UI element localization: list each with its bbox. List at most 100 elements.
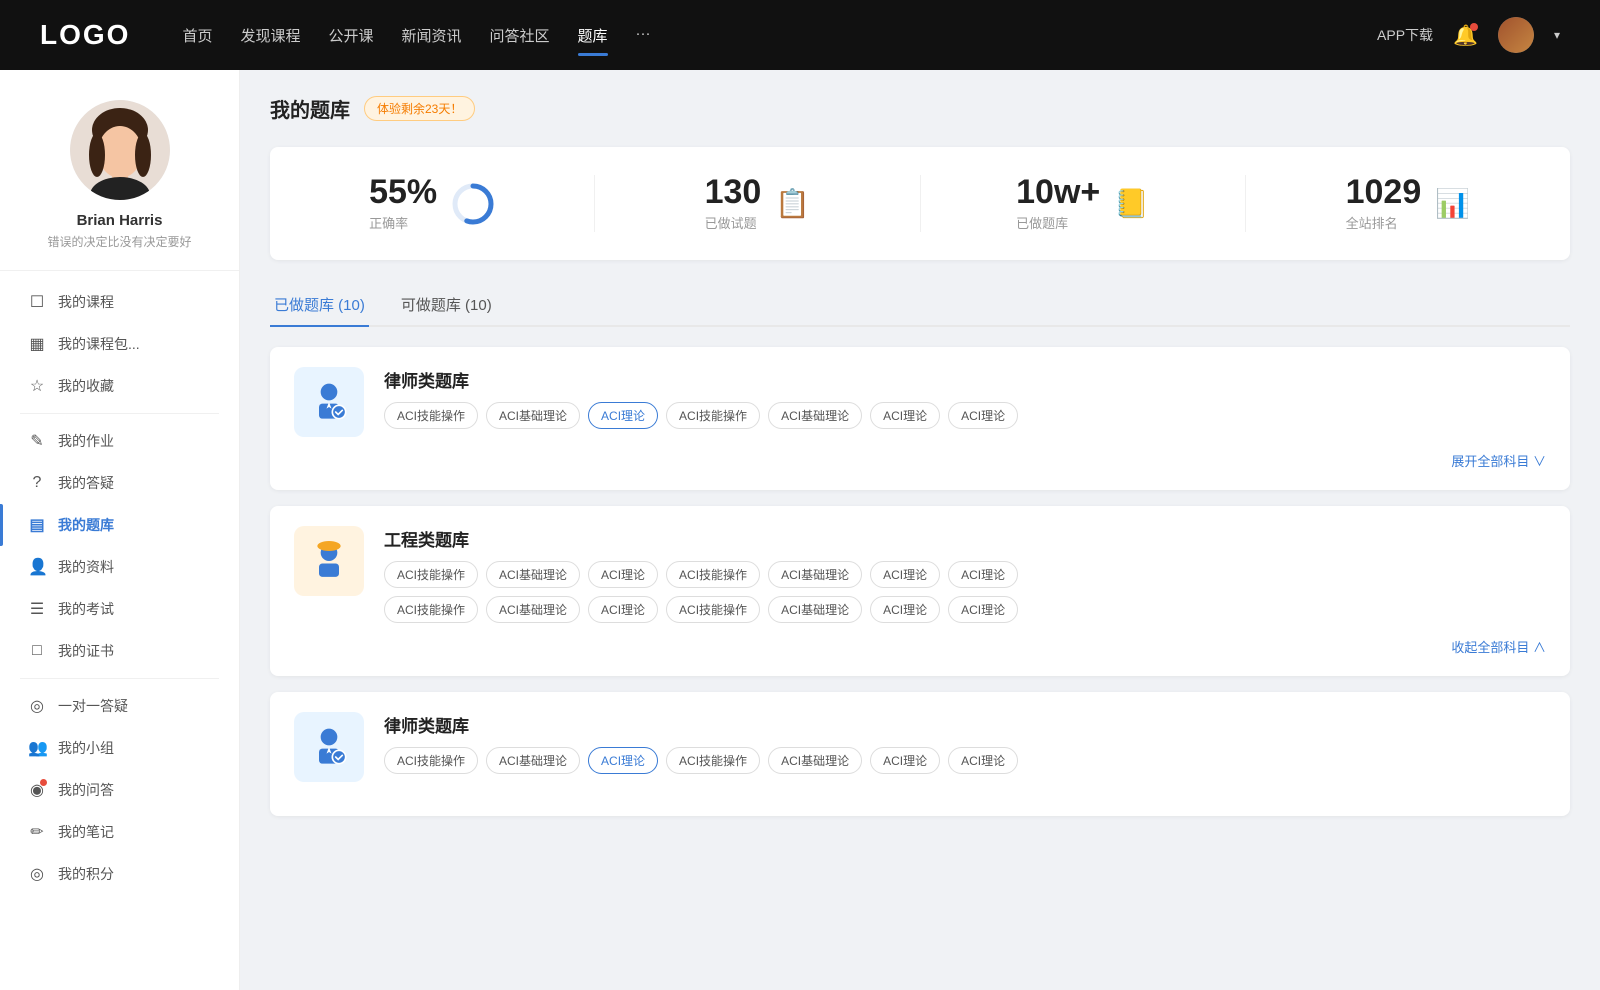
tag[interactable]: ACI基础理论 <box>486 561 580 588</box>
engineer-icon-svg <box>304 536 354 586</box>
stat-correct-rate: 55% 正确率 <box>270 175 595 232</box>
tag[interactable]: ACI理论 <box>948 561 1018 588</box>
sidebar-item-qa[interactable]: ? 我的答疑 <box>0 462 239 504</box>
points-icon: ◎ <box>28 864 46 884</box>
tag[interactable]: ACI理论 <box>588 561 658 588</box>
tag[interactable]: ACI理论 <box>588 596 658 623</box>
nav-qa[interactable]: 问答社区 <box>490 21 550 50</box>
sidebar-item-one-on-one[interactable]: ◎ 一对一答疑 <box>0 685 239 727</box>
one-on-one-icon: ◎ <box>28 696 46 716</box>
nav-news[interactable]: 新闻资讯 <box>402 21 462 50</box>
profile-avatar <box>70 100 170 200</box>
tag[interactable]: ACI基础理论 <box>486 402 580 429</box>
page-body: Brian Harris 错误的决定比没有决定要好 ☐ 我的课程 ▦ 我的课程包… <box>0 70 1600 990</box>
tag[interactable]: ACI基础理论 <box>768 402 862 429</box>
sidebar-item-group[interactable]: 👥 我的小组 <box>0 727 239 769</box>
nav-discover[interactable]: 发现课程 <box>240 21 300 50</box>
tag-active[interactable]: ACI理论 <box>588 402 658 429</box>
lawyer-icon-svg-2 <box>304 722 354 772</box>
profile-chevron-icon[interactable]: ▾ <box>1554 28 1560 42</box>
bank-footer-lawyer-1: 展开全部科目 ∨ <box>294 451 1546 470</box>
tab-available-banks[interactable]: 可做题库 (10) <box>397 284 496 325</box>
tag[interactable]: ACI技能操作 <box>384 561 478 588</box>
course-icon: ☐ <box>28 292 46 312</box>
sidebar-item-notes[interactable]: ✏ 我的笔记 <box>0 811 239 853</box>
tag[interactable]: ACI理论 <box>870 402 940 429</box>
stat-label-ranking: 全站排名 <box>1346 213 1422 232</box>
tag[interactable]: ACI技能操作 <box>666 747 760 774</box>
bank-card-engineer: 工程类题库 ACI技能操作 ACI基础理论 ACI理论 ACI技能操作 ACI基… <box>270 506 1570 676</box>
sidebar-item-my-qa[interactable]: ◉ 我的问答 <box>0 769 239 811</box>
lawyer-icon-svg <box>304 377 354 427</box>
sidebar-item-homework[interactable]: ✎ 我的作业 <box>0 420 239 462</box>
tag[interactable]: ACI基础理论 <box>486 596 580 623</box>
tag-active[interactable]: ACI理论 <box>588 747 658 774</box>
trial-badge: 体验剩余23天！ <box>364 96 475 121</box>
nav-open-course[interactable]: 公开课 <box>328 21 373 50</box>
expand-link-lawyer-1[interactable]: 展开全部科目 ∨ <box>1451 451 1546 470</box>
profile-icon: 👤 <box>28 557 46 577</box>
tag[interactable]: ACI基础理论 <box>486 747 580 774</box>
sidebar-item-points[interactable]: ◎ 我的积分 <box>0 853 239 895</box>
tag[interactable]: ACI理论 <box>948 402 1018 429</box>
stats-bar: 55% 正确率 130 已做试题 📋 <box>270 147 1570 260</box>
banks-icon: 📒 <box>1114 187 1149 220</box>
sidebar-menu: ☐ 我的课程 ▦ 我的课程包... ☆ 我的收藏 ✎ 我的作业 ? 我的答疑 ▤ <box>0 281 239 895</box>
divider-2 <box>20 678 219 679</box>
tag[interactable]: ACI技能操作 <box>666 561 760 588</box>
tag[interactable]: ACI基础理论 <box>768 747 862 774</box>
tag[interactable]: ACI技能操作 <box>384 747 478 774</box>
bank-tags-lawyer-2: ACI技能操作 ACI基础理论 ACI理论 ACI技能操作 ACI基础理论 AC… <box>384 747 1546 774</box>
avatar-image <box>1498 17 1534 53</box>
nav-home[interactable]: 首页 <box>182 21 212 50</box>
bank-footer-engineer: 收起全部科目 ∧ <box>294 637 1546 656</box>
avatar[interactable] <box>1498 17 1534 53</box>
sidebar-item-exam[interactable]: ☰ 我的考试 <box>0 588 239 630</box>
tab-done-banks[interactable]: 已做题库 (10) <box>270 284 369 325</box>
profile-name: Brian Harris <box>77 212 163 229</box>
bank-icon-engineer <box>294 526 364 596</box>
bell-button[interactable]: 🔔 <box>1453 23 1478 48</box>
stat-done-banks: 10w+ 已做题库 📒 <box>921 175 1246 232</box>
tag[interactable]: ACI理论 <box>870 596 940 623</box>
bank-icon-lawyer-1 <box>294 367 364 437</box>
stat-value-questions: 130 <box>705 175 762 209</box>
stat-label-rate: 正确率 <box>369 213 437 232</box>
app-download-button[interactable]: APP下载 <box>1377 25 1433 45</box>
bank-icon-lawyer-2 <box>294 712 364 782</box>
stat-value-rate: 55% <box>369 175 437 209</box>
collapse-link-engineer[interactable]: 收起全部科目 ∧ <box>1451 637 1546 656</box>
avatar-svg <box>70 100 170 200</box>
qa-dot <box>40 779 47 786</box>
bank-card-lawyer-1: 律师类题库 ACI技能操作 ACI基础理论 ACI理论 ACI技能操作 ACI基… <box>270 347 1570 490</box>
tag[interactable]: ACI技能操作 <box>666 402 760 429</box>
tag[interactable]: ACI基础理论 <box>768 561 862 588</box>
notification-dot <box>1470 23 1478 31</box>
stat-done-questions: 130 已做试题 📋 <box>595 175 920 232</box>
tag[interactable]: ACI理论 <box>870 747 940 774</box>
page-title: 我的题库 <box>270 94 350 123</box>
nav-more[interactable]: ··· <box>636 21 651 50</box>
sidebar-item-course-package[interactable]: ▦ 我的课程包... <box>0 323 239 365</box>
qa-icon: ? <box>28 474 46 492</box>
tag[interactable]: ACI技能操作 <box>384 596 478 623</box>
sidebar-item-my-course[interactable]: ☐ 我的课程 <box>0 281 239 323</box>
tag[interactable]: ACI技能操作 <box>384 402 478 429</box>
tabs-row: 已做题库 (10) 可做题库 (10) <box>270 284 1570 327</box>
tag[interactable]: ACI技能操作 <box>666 596 760 623</box>
tag[interactable]: ACI理论 <box>870 561 940 588</box>
sidebar-item-certificate[interactable]: □ 我的证书 <box>0 630 239 672</box>
sidebar-item-favorites[interactable]: ☆ 我的收藏 <box>0 365 239 407</box>
bank-name-lawyer-1: 律师类题库 <box>384 367 1546 392</box>
bank-name-lawyer-2: 律师类题库 <box>384 712 1546 737</box>
logo: LOGO <box>40 19 130 51</box>
sidebar-item-profile[interactable]: 👤 我的资料 <box>0 546 239 588</box>
donut-chart <box>451 182 495 226</box>
tag[interactable]: ACI理论 <box>948 596 1018 623</box>
stat-label-questions: 已做试题 <box>705 213 762 232</box>
tag[interactable]: ACI基础理论 <box>768 596 862 623</box>
sidebar-item-question-bank[interactable]: ▤ 我的题库 <box>0 504 239 546</box>
tag[interactable]: ACI理论 <box>948 747 1018 774</box>
stat-label-banks: 已做题库 <box>1016 213 1100 232</box>
nav-question-bank[interactable]: 题库 <box>578 21 608 50</box>
